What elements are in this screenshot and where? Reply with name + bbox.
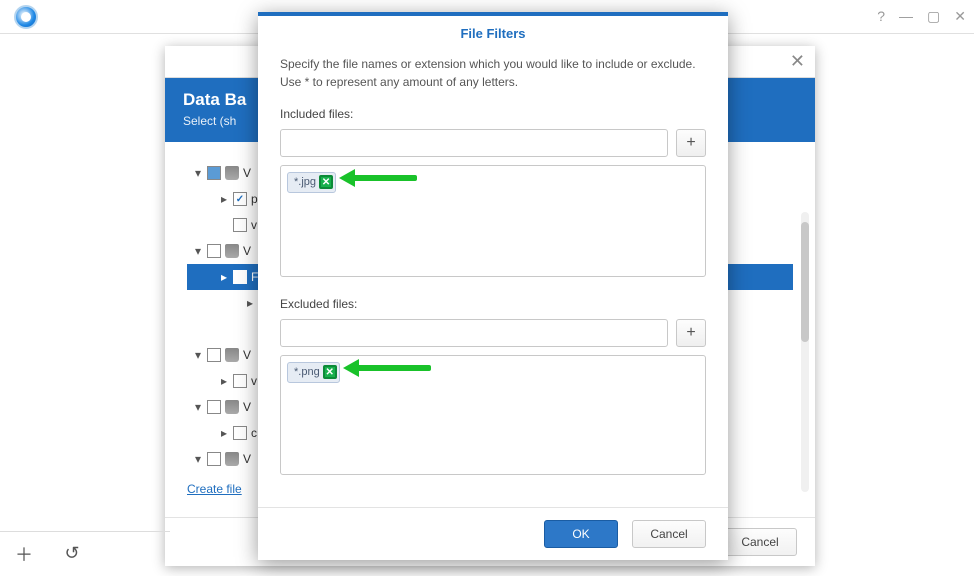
chevron-down-icon[interactable]: ▾ xyxy=(193,166,203,180)
tree-label: c xyxy=(251,426,257,440)
tree-label: V xyxy=(243,348,251,362)
tree-label: p xyxy=(251,192,258,206)
minimize-icon[interactable]: — xyxy=(899,8,913,25)
scrollbar-thumb[interactable] xyxy=(801,222,809,342)
volume-icon xyxy=(225,244,239,258)
plus-icon: ＋ xyxy=(15,541,33,567)
tree-label: V xyxy=(243,452,251,466)
task-toolbar: ＋ ↺ xyxy=(0,531,170,575)
included-tag: *.jpg ✕ xyxy=(287,172,336,193)
tree-label: V xyxy=(243,244,251,258)
scrollbar[interactable] xyxy=(801,212,809,492)
remove-tag-icon[interactable]: ✕ xyxy=(319,175,333,189)
dialog-footer: OK Cancel xyxy=(258,507,728,560)
excluded-tag: *.png ✕ xyxy=(287,362,340,383)
excluded-label: Excluded files: xyxy=(280,295,706,313)
add-included-button[interactable]: + xyxy=(676,129,706,157)
tree-label: v xyxy=(251,218,257,232)
chevron-right-icon[interactable]: ▸ xyxy=(219,270,229,284)
excluded-tag-text: *.png xyxy=(294,364,320,381)
ok-button[interactable]: OK xyxy=(544,520,618,548)
history-button[interactable]: ↺ xyxy=(48,532,96,576)
tree-checkbox[interactable] xyxy=(233,426,247,440)
dialog-title: File Filters xyxy=(258,16,728,55)
window-controls: ? — ▢ ✕ xyxy=(877,8,966,25)
excluded-tags-area[interactable]: *.png ✕ xyxy=(280,355,706,475)
included-tags-area[interactable]: *.jpg ✕ xyxy=(280,165,706,277)
excluded-input[interactable] xyxy=(280,319,668,347)
add-task-button[interactable]: ＋ xyxy=(0,532,48,576)
volume-icon xyxy=(225,452,239,466)
chevron-right-icon[interactable]: ▸ xyxy=(245,296,255,310)
chevron-right-icon[interactable]: ▸ xyxy=(219,426,229,440)
tree-checkbox[interactable] xyxy=(207,166,221,180)
chevron-right-icon[interactable]: ▸ xyxy=(219,192,229,206)
volume-icon xyxy=(225,348,239,362)
chevron-down-icon[interactable]: ▾ xyxy=(193,244,203,258)
tree-checkbox[interactable] xyxy=(207,244,221,258)
included-label: Included files: xyxy=(280,105,706,123)
tree-checkbox[interactable] xyxy=(207,400,221,414)
remove-tag-icon[interactable]: ✕ xyxy=(323,365,337,379)
add-excluded-button[interactable]: + xyxy=(676,319,706,347)
history-icon: ↺ xyxy=(64,543,79,564)
tree-label: V xyxy=(243,166,251,180)
chevron-right-icon[interactable]: ▸ xyxy=(219,374,229,388)
included-input-row: + xyxy=(280,129,706,157)
tree-checkbox[interactable] xyxy=(207,452,221,466)
cancel-button[interactable]: Cancel xyxy=(632,520,706,548)
chevron-down-icon[interactable]: ▾ xyxy=(193,400,203,414)
volume-icon xyxy=(225,166,239,180)
dialog-body: Specify the file names or extension whic… xyxy=(258,55,728,507)
volume-icon xyxy=(225,400,239,414)
close-icon[interactable]: ✕ xyxy=(954,8,966,25)
tree-checkbox[interactable] xyxy=(233,192,247,206)
dialog-description: Specify the file names or extension whic… xyxy=(280,55,706,91)
annotation-arrow xyxy=(343,361,433,375)
excluded-input-row: + xyxy=(280,319,706,347)
app-logo xyxy=(14,5,38,29)
annotation-arrow xyxy=(339,171,419,185)
chevron-down-icon[interactable]: ▾ xyxy=(193,452,203,466)
tree-label: V xyxy=(243,400,251,414)
tree-checkbox[interactable] xyxy=(233,270,247,284)
wizard-close-icon[interactable]: ✕ xyxy=(790,51,805,72)
file-filters-dialog: File Filters Specify the file names or e… xyxy=(258,12,728,560)
tree-checkbox[interactable] xyxy=(207,348,221,362)
create-file-filter-link[interactable]: Create file xyxy=(187,482,242,496)
maximize-icon[interactable]: ▢ xyxy=(927,8,940,25)
tree-checkbox[interactable] xyxy=(233,374,247,388)
included-tag-text: *.jpg xyxy=(294,174,316,191)
help-icon[interactable]: ? xyxy=(877,8,885,25)
included-input[interactable] xyxy=(280,129,668,157)
tree-label: v xyxy=(251,374,257,388)
tree-checkbox[interactable] xyxy=(233,218,247,232)
cancel-button[interactable]: Cancel xyxy=(723,528,797,556)
chevron-down-icon[interactable]: ▾ xyxy=(193,348,203,362)
